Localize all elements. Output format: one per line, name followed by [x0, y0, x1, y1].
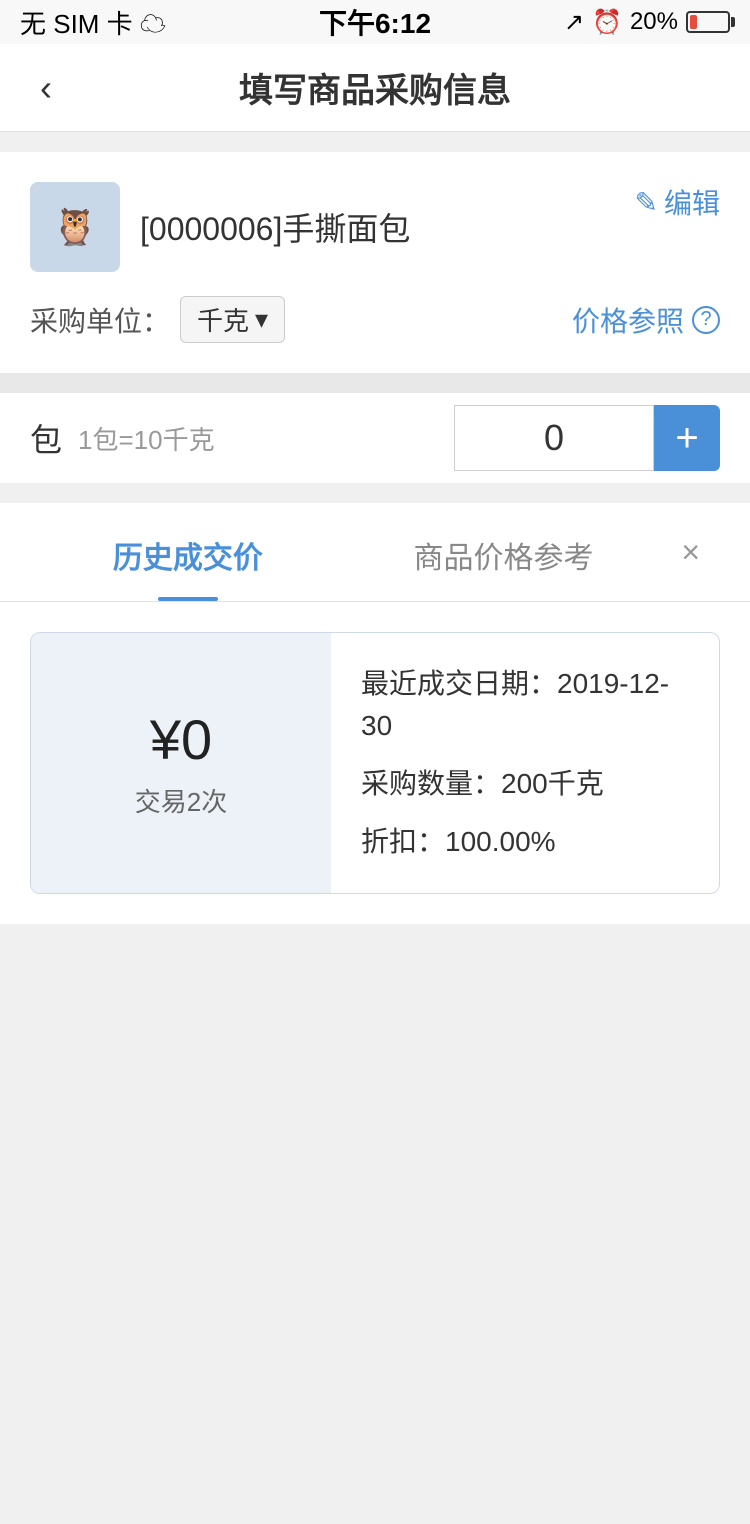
- card-recent-date: 最近成交日期：2019-12-30: [361, 663, 689, 747]
- back-button[interactable]: ‹: [30, 57, 62, 119]
- dropdown-arrow-icon: ▾: [255, 304, 268, 335]
- unit-select-dropdown[interactable]: 千克 ▾: [180, 296, 285, 343]
- card-container: ¥0 交易2次 最近成交日期：2019-12-30 采购数量：200千克 折扣：…: [0, 602, 750, 924]
- status-left: 无 SIM 卡 ☁: [20, 4, 166, 41]
- quantity-unit: 包: [30, 415, 62, 461]
- status-bar: 无 SIM 卡 ☁ 下午6:12 ↗ ⏰ 20%: [0, 0, 750, 44]
- nav-bar: ‹ 填写商品采购信息: [0, 44, 750, 132]
- quantity-control: 0 +: [454, 405, 720, 471]
- section-divider: [0, 373, 750, 393]
- tab-history-price[interactable]: 历史成交价: [30, 503, 346, 601]
- card-discount: 折扣：100.00%: [361, 821, 689, 863]
- product-name: [0000006]手撕面包: [140, 204, 410, 250]
- page-background: [0, 924, 750, 1524]
- page-title: 填写商品采购信息: [239, 63, 511, 112]
- product-info: 🦉 [0000006]手撕面包: [30, 182, 410, 272]
- help-icon: ?: [692, 306, 720, 334]
- card-price-summary: ¥0 交易2次: [31, 633, 331, 893]
- card-transactions: 交易2次: [135, 782, 227, 819]
- unit-label: 采购单位： 千克 ▾: [30, 296, 285, 343]
- quantity-input[interactable]: 0: [454, 405, 654, 471]
- product-thumb-icon: 🦉: [53, 206, 98, 248]
- quantity-conversion: 1包=10千克: [78, 420, 215, 457]
- tab-price-reference[interactable]: 商品价格参考: [346, 503, 662, 601]
- product-unit-row: 采购单位： 千克 ▾ 价格参照 ?: [30, 296, 720, 343]
- product-header: 🦉 [0000006]手撕面包 ✎ 编辑: [30, 182, 720, 272]
- card-details: 最近成交日期：2019-12-30 采购数量：200千克 折扣：100.00%: [331, 633, 719, 893]
- tabs-close-button[interactable]: ×: [661, 514, 720, 591]
- tabs-panel: 历史成交价 商品价格参考 × ¥0 交易2次 最近成交日期：2019-12-30…: [0, 503, 750, 924]
- edit-icon: ✎: [635, 186, 658, 219]
- price-card: ¥0 交易2次 最近成交日期：2019-12-30 采购数量：200千克 折扣：…: [30, 632, 720, 894]
- alarm-icon: ⏰: [592, 8, 622, 37]
- price-reference-button[interactable]: 价格参照 ?: [572, 300, 720, 340]
- quantity-label: 包 1包=10千克: [30, 415, 215, 461]
- quantity-section: 包 1包=10千克 0 +: [0, 393, 750, 483]
- battery-percent: 20%: [630, 8, 678, 36]
- edit-button[interactable]: ✎ 编辑: [635, 182, 720, 222]
- card-price-value: ¥0: [150, 707, 212, 772]
- status-time: 下午6:12: [319, 2, 431, 42]
- quantity-plus-button[interactable]: +: [654, 405, 720, 471]
- battery-icon: [686, 11, 730, 33]
- card-purchase-qty: 采购数量：200千克: [361, 763, 689, 805]
- tabs-header: 历史成交价 商品价格参考 ×: [0, 503, 750, 602]
- status-right: ↗ ⏰ 20%: [564, 8, 730, 37]
- location-icon: ↗: [564, 8, 584, 37]
- product-section: 🦉 [0000006]手撕面包 ✎ 编辑 采购单位： 千克 ▾ 价格参照 ?: [0, 152, 750, 373]
- sim-status: 无 SIM 卡 ☁: [20, 4, 166, 41]
- product-image: 🦉: [30, 182, 120, 272]
